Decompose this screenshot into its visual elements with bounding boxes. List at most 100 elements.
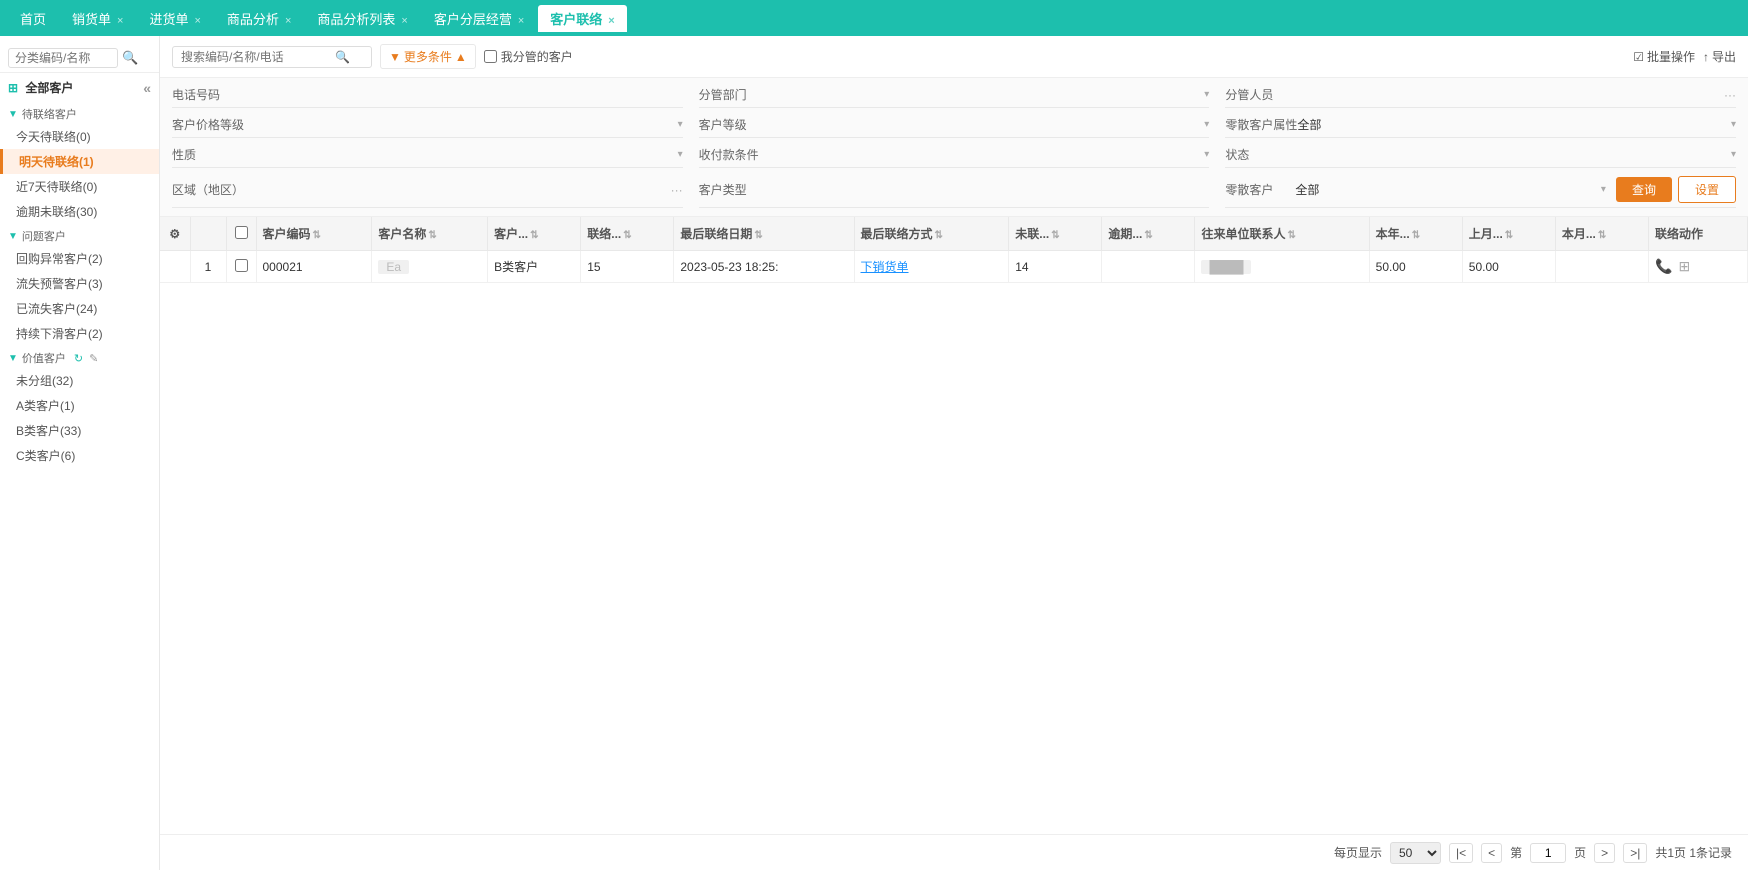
filter-retail-customer[interactable]: 零散客户 全部 ▾ 查询 设置 [1225,176,1736,208]
filter-gender[interactable]: 性质 ▾ [172,146,683,168]
nav-customer-layering[interactable]: 客户分层经营× [422,5,536,32]
col-checkbox[interactable] [226,217,256,251]
row-last-method: 下销货单 [854,251,1009,283]
col-this-year: 本年...⇅ [1369,217,1462,251]
my-customers-checkbox[interactable]: 我分管的客户 [484,48,573,65]
row-contacts: 15 [581,251,674,283]
sidebar-search-icon[interactable]: 🔍 [122,50,138,66]
phone-icon[interactable]: 📞 [1655,258,1672,275]
select-all-checkbox[interactable] [235,226,248,239]
row-settings [160,251,190,283]
sidebar-item-declining[interactable]: 持续下滑客户(2) [0,321,159,346]
row-no: 1 [190,251,226,283]
filter-phone: 电话号码 [172,86,683,108]
search-input-wrap: 🔍 [172,46,372,68]
export-btn[interactable]: ↑ 导出 [1703,48,1736,65]
sidebar-item-7days[interactable]: 近7天待联络(0) [0,174,159,199]
filter-payment[interactable]: 收付款条件 ▾ [699,146,1210,168]
nav-product-analysis[interactable]: 商品分析× [215,5,303,32]
col-name: 客户名称⇅ [372,217,488,251]
sort-icon-9[interactable]: ⇅ [1287,230,1295,241]
col-no [190,217,226,251]
nav-purchase[interactable]: 进货单× [137,5,212,32]
triangle-icon: ▼ [8,109,18,120]
last-method-link[interactable]: 下销货单 [861,260,909,274]
col-overdue: 逾期...⇅ [1102,217,1195,251]
sort-icon-4[interactable]: ⇅ [623,230,631,241]
nav-product-analysis-list[interactable]: 商品分析列表× [305,5,419,32]
chevron-down-icon-5: ▾ [678,149,683,160]
col-last-date: 最后联络日期⇅ [674,217,854,251]
sort-icon-12[interactable]: ⇅ [1598,230,1606,241]
col-type: 客户...⇅ [488,217,581,251]
batch-ops-btn[interactable]: ☑ 批量操作 [1633,48,1695,65]
sidebar-all-customers[interactable]: ⊞ 全部客户 « [0,73,159,102]
sidebar-item-lost[interactable]: 已流失客户(24) [0,296,159,321]
ellipsis-icon-2: ··· [671,183,683,197]
chevron-down-icon: ▾ [1204,89,1209,100]
sidebar-item-overdue[interactable]: 逾期未联络(30) [0,199,159,224]
sort-icon-7[interactable]: ⇅ [1051,230,1059,241]
sidebar-item-lost-warning[interactable]: 流失预警客户(3) [0,271,159,296]
sort-icon-8[interactable]: ⇅ [1144,230,1152,241]
filter-price-level[interactable]: 客户价格等级 ▾ [172,116,683,138]
nav-home[interactable]: 首页 [8,5,58,32]
search-input[interactable] [181,50,331,64]
row-uncontacted: 14 [1009,251,1102,283]
row-checkbox[interactable] [226,251,256,283]
filter-customer-level[interactable]: 客户等级 ▾ [699,116,1210,138]
sidebar-item-today[interactable]: 今天待联络(0) [0,124,159,149]
sort-icon-10[interactable]: ⇅ [1412,230,1420,241]
my-customers-input[interactable] [484,50,497,63]
col-uncontacted: 未联...⇅ [1009,217,1102,251]
filter-dept[interactable]: 分管部门 ▾ [699,86,1210,108]
edit-icon[interactable]: ✎ [89,352,98,365]
row-this-year: 50.00 [1369,251,1462,283]
filter-retail-attr[interactable]: 零散客户属性 全部 ▾ [1225,116,1736,138]
sidebar-item-b-class[interactable]: B类客户(33) [0,418,159,443]
filter-icon: ▼ [389,50,401,64]
set-button[interactable]: 设置 [1678,176,1736,203]
col-code: 客户编码⇅ [256,217,372,251]
page-size-select[interactable]: 50 100 200 [1390,842,1441,864]
nav-sales[interactable]: 销货单× [60,5,135,32]
sidebar-search-input[interactable] [8,48,118,68]
triangle-icon-3: ▼ [8,353,18,364]
sort-icon-5[interactable]: ⇅ [754,230,762,241]
page-last-btn[interactable]: >| [1623,843,1647,863]
page-prev-btn[interactable]: < [1481,843,1502,863]
page-first-btn[interactable]: |< [1449,843,1473,863]
col-last-month: 上月...⇅ [1462,217,1555,251]
search-icon[interactable]: 🔍 [335,50,350,64]
main-layout: 🔍 ⊞ 全部客户 « ▼ 待联络客户 今天待联络(0) 明天待联络(1) 近7天… [0,36,1748,870]
sort-icon-6[interactable]: ⇅ [935,230,943,241]
row-overdue [1102,251,1195,283]
filter-region[interactable]: 区域（地区） ··· [172,176,683,208]
filter-customer-type[interactable]: 客户类型 [699,176,1210,208]
page-input[interactable] [1530,843,1566,863]
sidebar-item-abnormal[interactable]: 回购异常客户(2) [0,246,159,271]
query-button[interactable]: 查询 [1616,177,1672,202]
search-bar-right: ☑ 批量操作 ↑ 导出 [1633,48,1736,65]
sidebar-item-c-class[interactable]: C类客户(6) [0,443,159,468]
sidebar-item-ungroup[interactable]: 未分组(32) [0,368,159,393]
col-settings[interactable]: ⚙ [160,217,190,251]
refresh-icon[interactable]: ↻ [74,352,83,365]
sort-icon[interactable]: ⇅ [313,230,321,241]
sidebar-collapse-icon[interactable]: « [143,80,151,96]
sort-icon-11[interactable]: ⇅ [1505,230,1513,241]
sort-icon-2[interactable]: ⇅ [428,230,436,241]
nav-customer-contact[interactable]: 客户联络× [538,5,626,32]
export-icon: ↑ [1703,50,1709,64]
row-action: 📞 ⊞ [1649,251,1748,283]
sidebar-item-a-class[interactable]: A类客户(1) [0,393,159,418]
filter-person[interactable]: 分管人员 ··· [1225,86,1736,108]
more-conditions-btn[interactable]: ▼ 更多条件 ▲ [380,44,476,69]
filter-status[interactable]: 状态 ▾ [1225,146,1736,168]
sort-icon-3[interactable]: ⇅ [530,230,538,241]
sidebar-group-value: ▼ 价值客户 ↻ ✎ [0,346,159,368]
row-select-checkbox[interactable] [235,259,248,272]
grid-action-icon[interactable]: ⊞ [1678,258,1690,275]
page-next-btn[interactable]: > [1594,843,1615,863]
sidebar-item-tomorrow[interactable]: 明天待联络(1) [0,149,159,174]
